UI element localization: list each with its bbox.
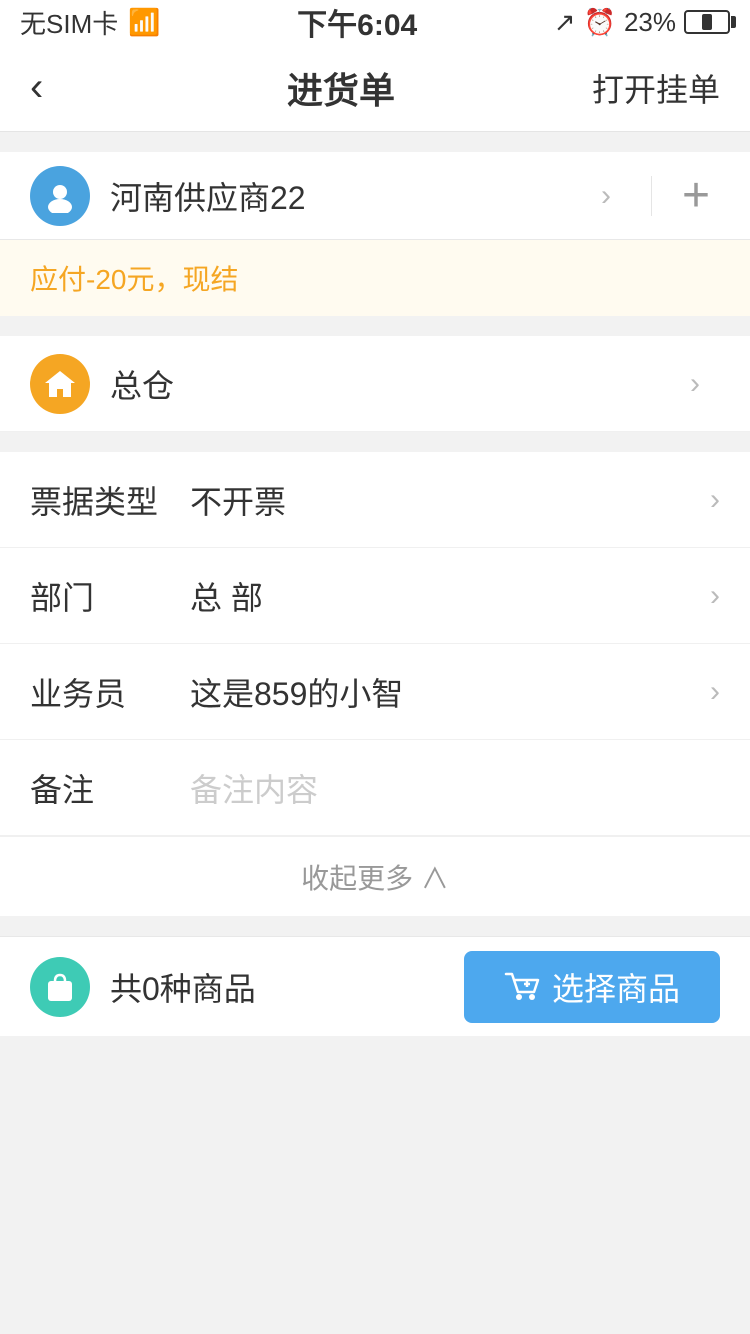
product-count-label: 共0种商品 xyxy=(110,964,464,1010)
product-icon-bg xyxy=(30,957,90,1017)
invoice-type-row[interactable]: 票据类型 不开票 › xyxy=(0,452,750,548)
status-bar: 无SIM卡 📶 下午6:04 ↗ ⏰ 23% xyxy=(0,0,750,44)
status-left: 无SIM卡 📶 xyxy=(20,4,161,41)
battery-icon xyxy=(684,10,730,34)
shopping-bag-icon xyxy=(42,969,78,1005)
supplier-avatar xyxy=(30,166,90,226)
alarm-icon: ⏰ xyxy=(584,7,616,38)
add-button[interactable]: + xyxy=(672,168,720,223)
divider xyxy=(651,176,652,216)
department-chevron-icon: › xyxy=(710,579,720,613)
status-time: 下午6:04 xyxy=(297,0,417,44)
invoice-type-chevron-icon: › xyxy=(710,483,720,517)
supplier-row[interactable]: 河南供应商22 › + xyxy=(0,152,750,240)
warehouse-chevron-icon: › xyxy=(690,367,700,401)
warehouse-section: 总仓 › xyxy=(0,336,750,432)
battery-text: 23% xyxy=(624,7,676,38)
house-icon xyxy=(43,367,77,401)
select-product-button[interactable]: 选择商品 xyxy=(464,951,720,1023)
form-section: 票据类型 不开票 › 部门 总 部 › 业务员 这是859的小智 › 备注 备注… xyxy=(0,452,750,916)
back-button[interactable]: ‹ xyxy=(30,65,90,110)
department-value: 总 部 xyxy=(190,573,710,619)
section-gap-2 xyxy=(0,316,750,336)
salesperson-chevron-icon: › xyxy=(710,675,720,709)
location-icon: ↗ xyxy=(554,7,576,38)
wifi-icon: 📶 xyxy=(128,7,160,38)
salesperson-value: 这是859的小智 xyxy=(190,669,710,715)
notice-banner: 应付-20元，现结 xyxy=(0,240,750,316)
remark-label: 备注 xyxy=(30,765,190,811)
warehouse-name: 总仓 xyxy=(110,361,690,407)
supplier-chevron-icon: › xyxy=(601,179,611,213)
open-pending-button[interactable]: 打开挂单 xyxy=(592,65,720,111)
bottom-bar: 共0种商品 选择商品 xyxy=(0,936,750,1036)
department-row[interactable]: 部门 总 部 › xyxy=(0,548,750,644)
remark-placeholder: 备注内容 xyxy=(190,765,720,811)
supplier-name: 河南供应商22 xyxy=(110,173,601,219)
status-right: ↗ ⏰ 23% xyxy=(554,7,730,38)
warehouse-icon-bg xyxy=(30,354,90,414)
select-btn-label: 选择商品 xyxy=(552,964,680,1010)
page-title: 进货单 xyxy=(287,62,395,114)
cart-icon xyxy=(504,972,540,1002)
remark-row[interactable]: 备注 备注内容 xyxy=(0,740,750,836)
invoice-type-label: 票据类型 xyxy=(30,477,190,523)
invoice-type-value: 不开票 xyxy=(190,477,710,523)
salesperson-row[interactable]: 业务员 这是859的小智 › xyxy=(0,644,750,740)
warehouse-row[interactable]: 总仓 › xyxy=(0,336,750,432)
salesperson-label: 业务员 xyxy=(30,669,190,715)
department-label: 部门 xyxy=(30,573,190,619)
section-gap-1 xyxy=(0,132,750,152)
user-icon xyxy=(43,179,77,213)
section-gap-3 xyxy=(0,432,750,452)
collapse-label: 收起更多 ∧ xyxy=(301,857,449,897)
carrier-text: 无SIM卡 xyxy=(20,4,118,41)
collapse-row[interactable]: 收起更多 ∧ xyxy=(0,836,750,916)
nav-bar: ‹ 进货单 打开挂单 xyxy=(0,44,750,132)
supplier-section: 河南供应商22 › + 应付-20元，现结 xyxy=(0,152,750,316)
